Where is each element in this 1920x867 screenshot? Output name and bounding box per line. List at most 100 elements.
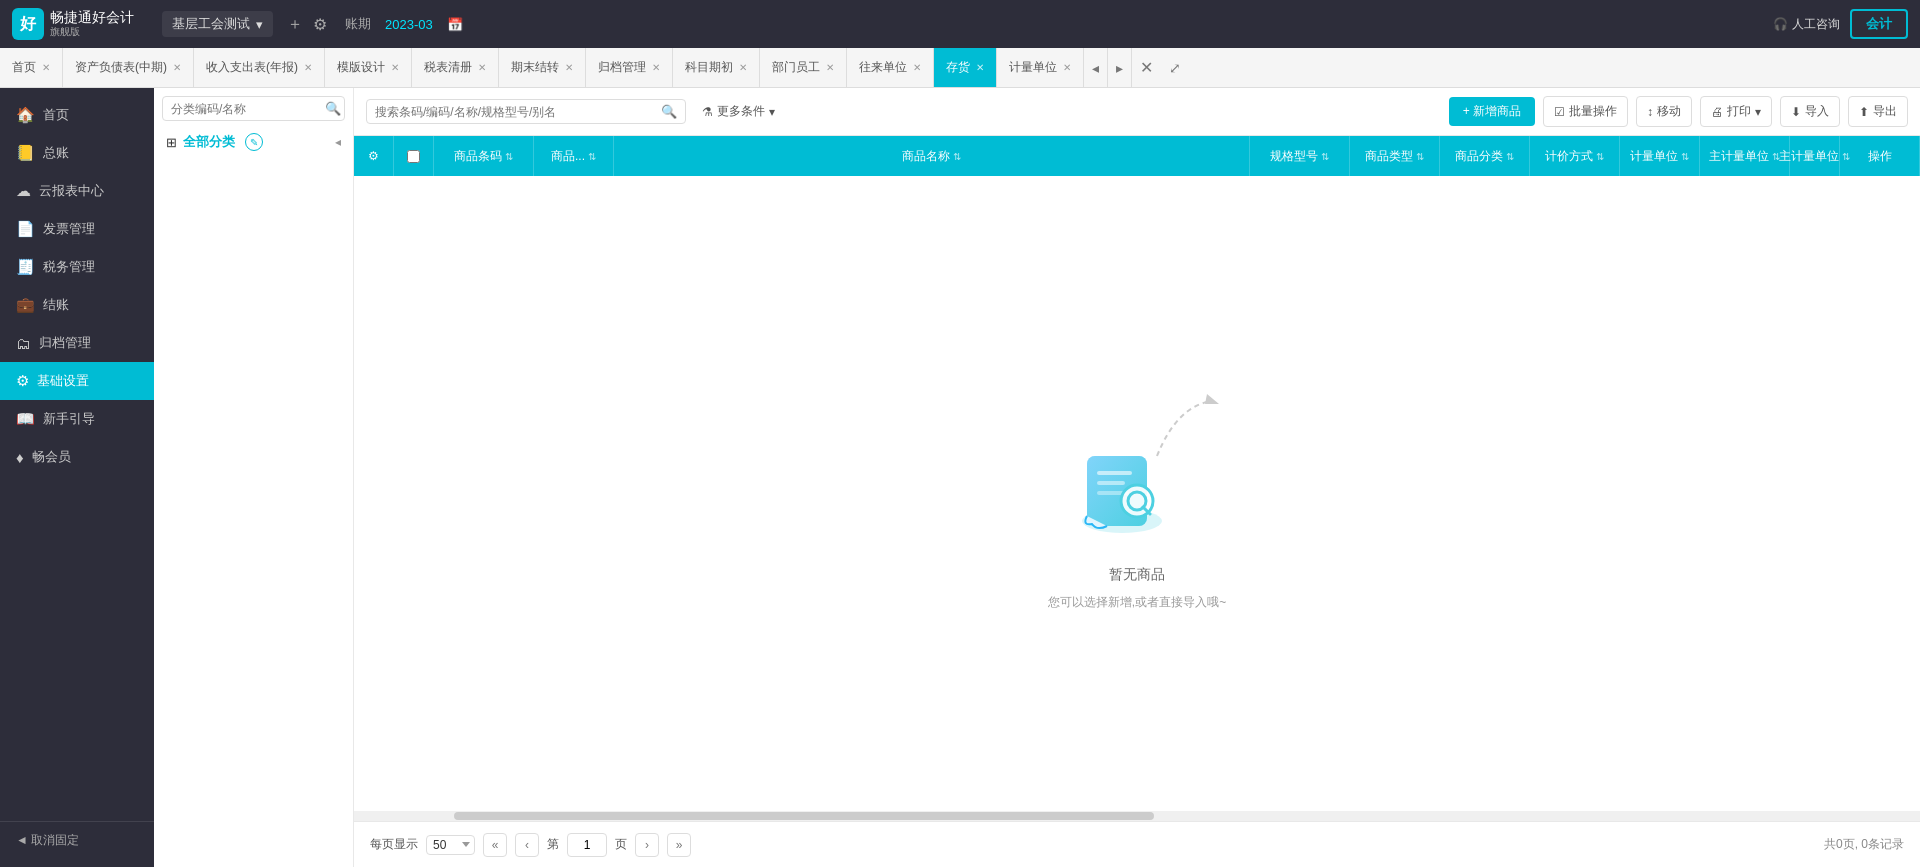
category-search-box[interactable]: 🔍: [162, 96, 345, 121]
th-checkbox[interactable]: [394, 136, 434, 176]
tab-archive-close[interactable]: ✕: [652, 62, 660, 73]
th-barcode[interactable]: 商品条码 ⇅: [434, 136, 534, 176]
tab-template[interactable]: 模版设计 ✕: [325, 48, 412, 88]
th-type[interactable]: 商品类型 ⇅: [1350, 136, 1440, 176]
sort-name-icon: ⇅: [953, 151, 961, 162]
tab-dept[interactable]: 部门员工 ✕: [760, 48, 847, 88]
tab-inventory-close[interactable]: ✕: [976, 62, 984, 73]
th-category[interactable]: 商品分类 ⇅: [1440, 136, 1530, 176]
tab-home[interactable]: 首页 ✕: [0, 48, 63, 88]
category-search-icon[interactable]: 🔍: [325, 101, 341, 116]
sidebar-ledger-label: 总账: [43, 144, 69, 162]
tab-period[interactable]: 期末结转 ✕: [499, 48, 586, 88]
collapse-panel-btn[interactable]: ◂: [335, 135, 341, 149]
settings-icon[interactable]: ⚙: [313, 15, 327, 34]
tab-dept-close[interactable]: ✕: [826, 62, 834, 73]
th-name[interactable]: 商品名称 ⇅: [614, 136, 1250, 176]
tab-close-all-btn[interactable]: ✕: [1132, 48, 1161, 88]
member-icon: ♦: [16, 449, 24, 466]
sidebar-item-member[interactable]: ♦ 畅会员: [0, 438, 154, 476]
th-code[interactable]: 商品... ⇅: [534, 136, 614, 176]
scrollbar-area[interactable]: [354, 811, 1920, 821]
tab-expand-btn[interactable]: ⤢: [1161, 48, 1189, 88]
sidebar-invoice-label: 发票管理: [43, 220, 95, 238]
right-panel: 🔍 ⚗ 更多条件 ▾ + 新增商品 ☑ 批量操作 ↕: [354, 88, 1920, 867]
page-number-input[interactable]: [567, 833, 607, 857]
batch-label: 批量操作: [1569, 103, 1617, 120]
edit-category-icon[interactable]: ✎: [245, 133, 263, 151]
scrollbar-thumb[interactable]: [454, 812, 1154, 820]
move-button[interactable]: ↕ 移动: [1636, 96, 1692, 127]
th-spec[interactable]: 规格型号 ⇅: [1250, 136, 1350, 176]
empty-state: 暂无商品 您可以选择新增,或者直接导入哦~: [354, 176, 1920, 811]
sidebar-item-ledger[interactable]: 📒 总账: [0, 134, 154, 172]
tab-income[interactable]: 收入支出表(年报) ✕: [194, 48, 325, 88]
sidebar-item-invoice[interactable]: 📄 发票管理: [0, 210, 154, 248]
import-button[interactable]: ⬇ 导入: [1780, 96, 1840, 127]
add-product-button[interactable]: + 新增商品: [1449, 97, 1535, 126]
tab-balance-close[interactable]: ✕: [173, 62, 181, 73]
sidebar-item-cloud[interactable]: ☁ 云报表中心: [0, 172, 154, 210]
tab-period-label: 期末结转: [511, 59, 559, 76]
category-search-input[interactable]: [171, 102, 321, 116]
th-num-label: 主计量单位: [1779, 148, 1839, 165]
tab-inventory[interactable]: 存货 ✕: [934, 48, 997, 88]
sidebar-item-close[interactable]: 💼 结账: [0, 286, 154, 324]
th-action-label: 操作: [1868, 148, 1892, 165]
period-value: 2023-03: [385, 17, 433, 32]
product-search-input[interactable]: [375, 105, 657, 119]
th-price-method[interactable]: 计价方式 ⇅: [1530, 136, 1620, 176]
add-tab-icon[interactable]: ＋: [287, 14, 303, 35]
sidebar-item-guide[interactable]: 📖 新手引导: [0, 400, 154, 438]
product-search-bar[interactable]: 🔍: [366, 99, 686, 124]
calendar-icon[interactable]: 📅: [447, 17, 463, 32]
tab-home-close[interactable]: ✕: [42, 62, 50, 73]
sidebar-home-label: 首页: [43, 106, 69, 124]
tab-period-close[interactable]: ✕: [565, 62, 573, 73]
kuaiji-button[interactable]: 会计: [1850, 9, 1908, 39]
th-settings[interactable]: ⚙: [354, 136, 394, 176]
th-main-unit[interactable]: 主计量单位 ⇅: [1700, 136, 1790, 176]
tab-tax-close[interactable]: ✕: [478, 62, 486, 73]
sidebar-item-basic[interactable]: ⚙ 基础设置: [0, 362, 154, 400]
tab-next-btn[interactable]: ▸: [1108, 48, 1132, 88]
service-label: 人工咨询: [1792, 16, 1840, 33]
tab-unit-close[interactable]: ✕: [1063, 62, 1071, 73]
th-num[interactable]: 主计量单位 ⇅: [1790, 136, 1840, 176]
last-page-btn[interactable]: »: [667, 833, 691, 857]
tab-contacts[interactable]: 往来单位 ✕: [847, 48, 934, 88]
tab-unit[interactable]: 计量单位 ✕: [997, 48, 1084, 88]
sidebar-unpin-btn[interactable]: ◄ 取消固定: [0, 821, 154, 859]
next-page-btn[interactable]: ›: [635, 833, 659, 857]
export-icon: ⬆: [1859, 105, 1869, 119]
company-selector[interactable]: 基层工会测试 ▾: [162, 11, 273, 37]
tab-dept-label: 部门员工: [772, 59, 820, 76]
per-page-select[interactable]: 50 100 200: [426, 835, 475, 855]
print-button[interactable]: 🖨 打印 ▾: [1700, 96, 1772, 127]
tab-archive[interactable]: 归档管理 ✕: [586, 48, 673, 88]
filter-button[interactable]: ⚗ 更多条件 ▾: [694, 99, 783, 124]
first-page-btn[interactable]: «: [483, 833, 507, 857]
sidebar-item-home[interactable]: 🏠 首页: [0, 96, 154, 134]
prev-page-btn[interactable]: ‹: [515, 833, 539, 857]
tab-balance[interactable]: 资产负债表(中期) ✕: [63, 48, 194, 88]
sidebar-item-archive[interactable]: 🗂 归档管理: [0, 324, 154, 362]
batch-operation-button[interactable]: ☑ 批量操作: [1543, 96, 1628, 127]
th-unit[interactable]: 计量单位 ⇅: [1620, 136, 1700, 176]
export-button[interactable]: ⬆ 导出: [1848, 96, 1908, 127]
sidebar-item-tax[interactable]: 🧾 税务管理: [0, 248, 154, 286]
tab-income-close[interactable]: ✕: [304, 62, 312, 73]
basic-settings-icon: ⚙: [16, 372, 29, 390]
tab-subject[interactable]: 科目期初 ✕: [673, 48, 760, 88]
th-unit-label: 计量单位: [1630, 148, 1678, 165]
tab-contacts-close[interactable]: ✕: [913, 62, 921, 73]
select-all-checkbox[interactable]: [407, 150, 420, 163]
product-search-icon[interactable]: 🔍: [661, 104, 677, 119]
tab-tax[interactable]: 税表清册 ✕: [412, 48, 499, 88]
service-button[interactable]: 🎧 人工咨询: [1773, 16, 1840, 33]
tab-prev-btn[interactable]: ◂: [1084, 48, 1108, 88]
tab-template-close[interactable]: ✕: [391, 62, 399, 73]
tab-subject-close[interactable]: ✕: [739, 62, 747, 73]
category-all[interactable]: ⊞ 全部分类 ✎ ◂: [162, 129, 345, 155]
page-total: 共0页, 0条记录: [1824, 836, 1904, 853]
